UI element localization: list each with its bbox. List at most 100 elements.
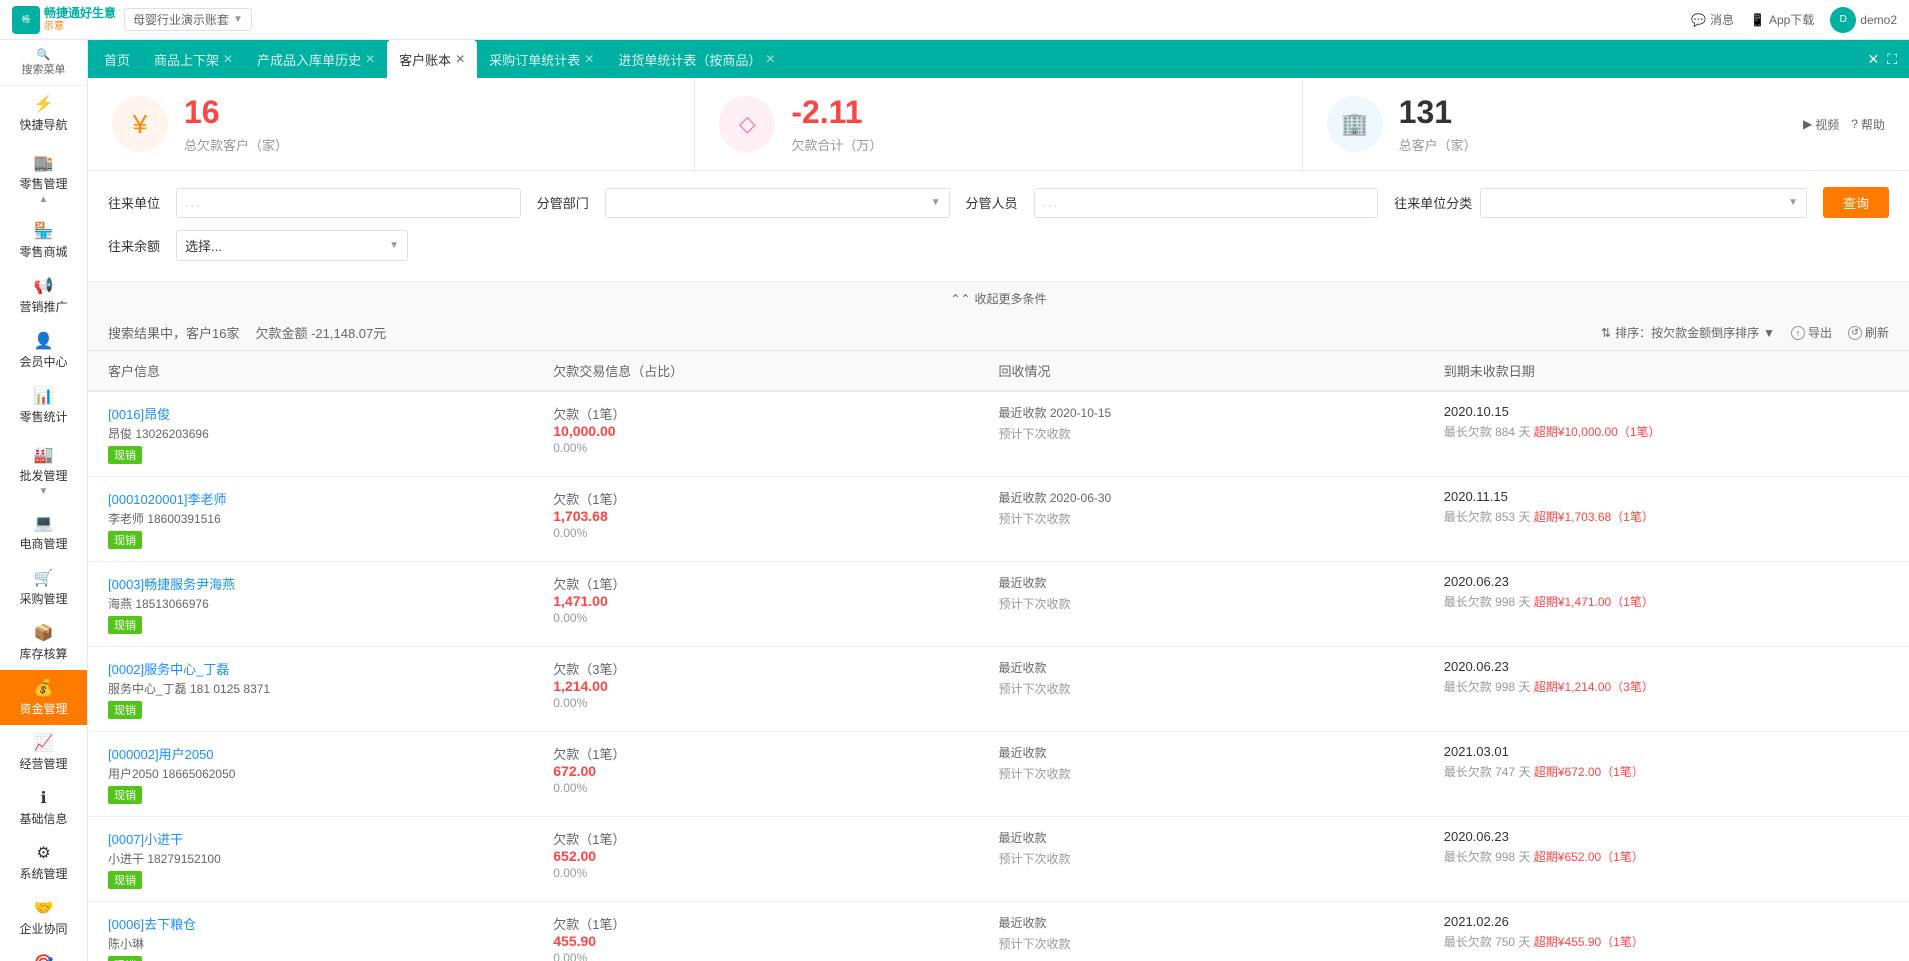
sidebar-item-retail-mgmt[interactable]: 🏬 零售管理 ▲: [0, 145, 87, 213]
refresh-button[interactable]: ↺ 刷新: [1848, 324, 1889, 341]
tab-home[interactable]: 首页: [92, 40, 142, 78]
sidebar-item-inventory[interactable]: 📦 库存核算: [0, 615, 87, 670]
search-button[interactable]: 查询: [1823, 187, 1889, 218]
customer-tag-6: 现销: [108, 871, 142, 889]
filter-balance: 往来余额 选择... ▼: [108, 230, 408, 261]
sidebar-item-quick-nav[interactable]: ⚡ 快捷导航: [0, 86, 87, 141]
message-button[interactable]: 💬 消息: [1691, 11, 1734, 28]
card-actions: ▶ 视频 ? 帮助: [1803, 116, 1885, 133]
sidebar-item-collab[interactable]: 🤝 企业协同: [0, 890, 87, 945]
customer-name-2[interactable]: [0001020001]李老师: [108, 489, 553, 508]
customer-name-3[interactable]: [0003]畅捷服务尹海燕: [108, 574, 553, 593]
yuan-icon: ¥: [133, 109, 147, 140]
overdue-link-6[interactable]: 超期¥652.00（1笔）: [1534, 850, 1644, 864]
table-row: [0016]昂俊 昂俊 13026203696 现销 欠款（1笔） 10,000…: [88, 392, 1909, 477]
retail-mgmt-arrow: ▲: [39, 194, 49, 205]
tab-products-close[interactable]: ✕: [223, 52, 233, 66]
table-row: [0001020001]李老师 李老师 18600391516 现销 欠款（1笔…: [88, 477, 1909, 562]
tab-customer-ledger-close[interactable]: ✕: [455, 52, 465, 66]
app-download-button[interactable]: 📱 App下载: [1750, 11, 1814, 28]
wholesale-arrow: ▼: [39, 486, 49, 497]
sidebar-item-purchase[interactable]: 🛒 采购管理: [0, 560, 87, 615]
overdue-link-7[interactable]: 超期¥455.90（1笔）: [1534, 935, 1644, 949]
debtors-card-icon: ¥: [112, 96, 168, 152]
customer-input[interactable]: ...: [176, 188, 521, 218]
tab-products[interactable]: 商品上下架 ✕: [142, 40, 245, 78]
sidebar-item-marketing[interactable]: 📢 营销推广: [0, 268, 87, 323]
collection-latest-4: 最近收款: [999, 659, 1444, 676]
customer-name-5[interactable]: [000002]用户2050: [108, 744, 553, 763]
balance-select[interactable]: 选择... ▼: [176, 230, 408, 261]
dept-select[interactable]: ▼: [605, 188, 950, 218]
overdue-link-3[interactable]: 超期¥1,471.00（1笔）: [1534, 595, 1654, 609]
due-date-1: 2020.10.15: [1444, 404, 1889, 419]
sidebar-label-marketing: 营销推广: [19, 298, 67, 315]
tab-customer-ledger[interactable]: 客户账本 ✕: [387, 40, 477, 78]
total-debt-card-icon: ◇: [719, 96, 775, 152]
tab-maximize[interactable]: ⛶: [1887, 51, 1897, 68]
tab-close-all[interactable]: ✕: [1867, 51, 1879, 68]
help-label: 帮助: [1861, 116, 1885, 133]
collection-next-3: 预计下次收款: [999, 595, 1444, 612]
customer-name-6[interactable]: [0007]小进干: [108, 829, 553, 848]
sidebar-item-guide[interactable]: 🎯 新手引导: [0, 945, 87, 961]
balance-arrow: ▼: [389, 240, 399, 251]
tab-purchase-order-label: 采购订单统计表: [489, 50, 580, 69]
due-date-4: 2020.06.23: [1444, 659, 1889, 674]
customer-name-4[interactable]: [0002]服务中心_丁磊: [108, 659, 553, 678]
sidebar-label-member: 会员中心: [19, 353, 67, 370]
debt-amount-7: 455.90: [553, 933, 998, 949]
sidebar-item-retail-mall[interactable]: 🏪 零售商城: [0, 213, 87, 268]
overdue-link-5[interactable]: 超期¥672.00（1笔）: [1534, 765, 1644, 779]
filter-category: 往来单位分类 ▼: [1394, 188, 1807, 218]
tab-purchase-stats[interactable]: 进货单统计表（按商品） ✕: [606, 40, 787, 78]
store-selector[interactable]: 母婴行业演示账套 ▼: [124, 8, 252, 31]
category-select[interactable]: ▼: [1480, 188, 1807, 218]
filter-dept: 分管部门 ▼: [537, 188, 950, 218]
customer-name-1[interactable]: [0016]昂俊: [108, 404, 553, 423]
sidebar-item-ecommerce[interactable]: 💻 电商管理: [0, 505, 87, 560]
debt-amount-3: 1,471.00: [553, 593, 998, 609]
summary-cards: ¥ 16 总欠款客户（家） ◇ -2.11 欠款合计（万）: [88, 78, 1909, 171]
store-name: 母婴行业演示账套: [133, 11, 229, 28]
sidebar-item-member[interactable]: 👤 会员中心: [0, 323, 87, 378]
collection-next-2: 预计下次收款: [999, 510, 1444, 527]
page-content: ¥ 16 总欠款客户（家） ◇ -2.11 欠款合计（万）: [88, 78, 1909, 961]
basic-info-icon: ℹ: [40, 788, 46, 808]
overdue-link-1[interactable]: 超期¥10,000.00（1笔）: [1534, 425, 1661, 439]
search-menu[interactable]: 🔍 搜索菜单: [0, 40, 87, 86]
cell-due-4: 2020.06.23 最长欠款 998 天 超期¥1,214.00（3笔）: [1444, 659, 1889, 695]
person-input[interactable]: ...: [1034, 188, 1379, 218]
tab-purchase-order-close[interactable]: ✕: [584, 52, 594, 66]
collection-next-4: 预计下次收款: [999, 680, 1444, 697]
sidebar-item-retail-stats[interactable]: 📊 零售统计: [0, 378, 87, 433]
filter-category-label: 往来单位分类: [1394, 193, 1472, 212]
tab-inbound-close[interactable]: ✕: [365, 52, 375, 66]
export-button[interactable]: ↑ 导出: [1791, 324, 1832, 341]
collapse-more-bar[interactable]: ⌃⌃ 收起更多条件: [88, 281, 1909, 315]
collapse-label: 收起更多条件: [975, 290, 1047, 307]
help-button[interactable]: ? 帮助: [1851, 116, 1885, 133]
wholesale-icon: 🏭: [34, 445, 54, 465]
video-button[interactable]: ▶ 视频: [1803, 116, 1839, 133]
overdue-link-4[interactable]: 超期¥1,214.00（3笔）: [1534, 680, 1654, 694]
sidebar-item-system[interactable]: ⚙ 系统管理: [0, 835, 87, 890]
user-menu[interactable]: D demo2: [1830, 7, 1897, 33]
table-row: [0003]畅捷服务尹海燕 海燕 18513066976 现销 欠款（1笔） 1…: [88, 562, 1909, 647]
customer-name-7[interactable]: [0006]去下粮仓: [108, 914, 553, 933]
sidebar-item-operations[interactable]: 📈 经营管理: [0, 725, 87, 780]
tab-inbound[interactable]: 产成品入库单历史 ✕: [245, 40, 387, 78]
sidebar-item-basic-info[interactable]: ℹ 基础信息: [0, 780, 87, 835]
sidebar-item-finance[interactable]: 💰 资金管理: [0, 670, 87, 725]
avatar: D: [1830, 7, 1856, 33]
overdue-link-2[interactable]: 超期¥1,703.68（1笔）: [1534, 510, 1654, 524]
tab-purchase-stats-close[interactable]: ✕: [765, 52, 775, 66]
cell-due-7: 2021.02.26 最长欠款 750 天 超期¥455.90（1笔）: [1444, 914, 1889, 950]
sort-selector[interactable]: ⇅ 排序：按欠款金额倒序排序 ▼: [1601, 324, 1775, 341]
tab-purchase-order[interactable]: 采购订单统计表 ✕: [477, 40, 606, 78]
debt-count-2: 欠款（1笔）: [553, 489, 998, 508]
sidebar-item-wholesale[interactable]: 🏭 批发管理 ▼: [0, 437, 87, 505]
filter-person-label: 分管人员: [966, 193, 1026, 212]
debt-count-3: 欠款（1笔）: [553, 574, 998, 593]
debt-count-7: 欠款（1笔）: [553, 914, 998, 933]
